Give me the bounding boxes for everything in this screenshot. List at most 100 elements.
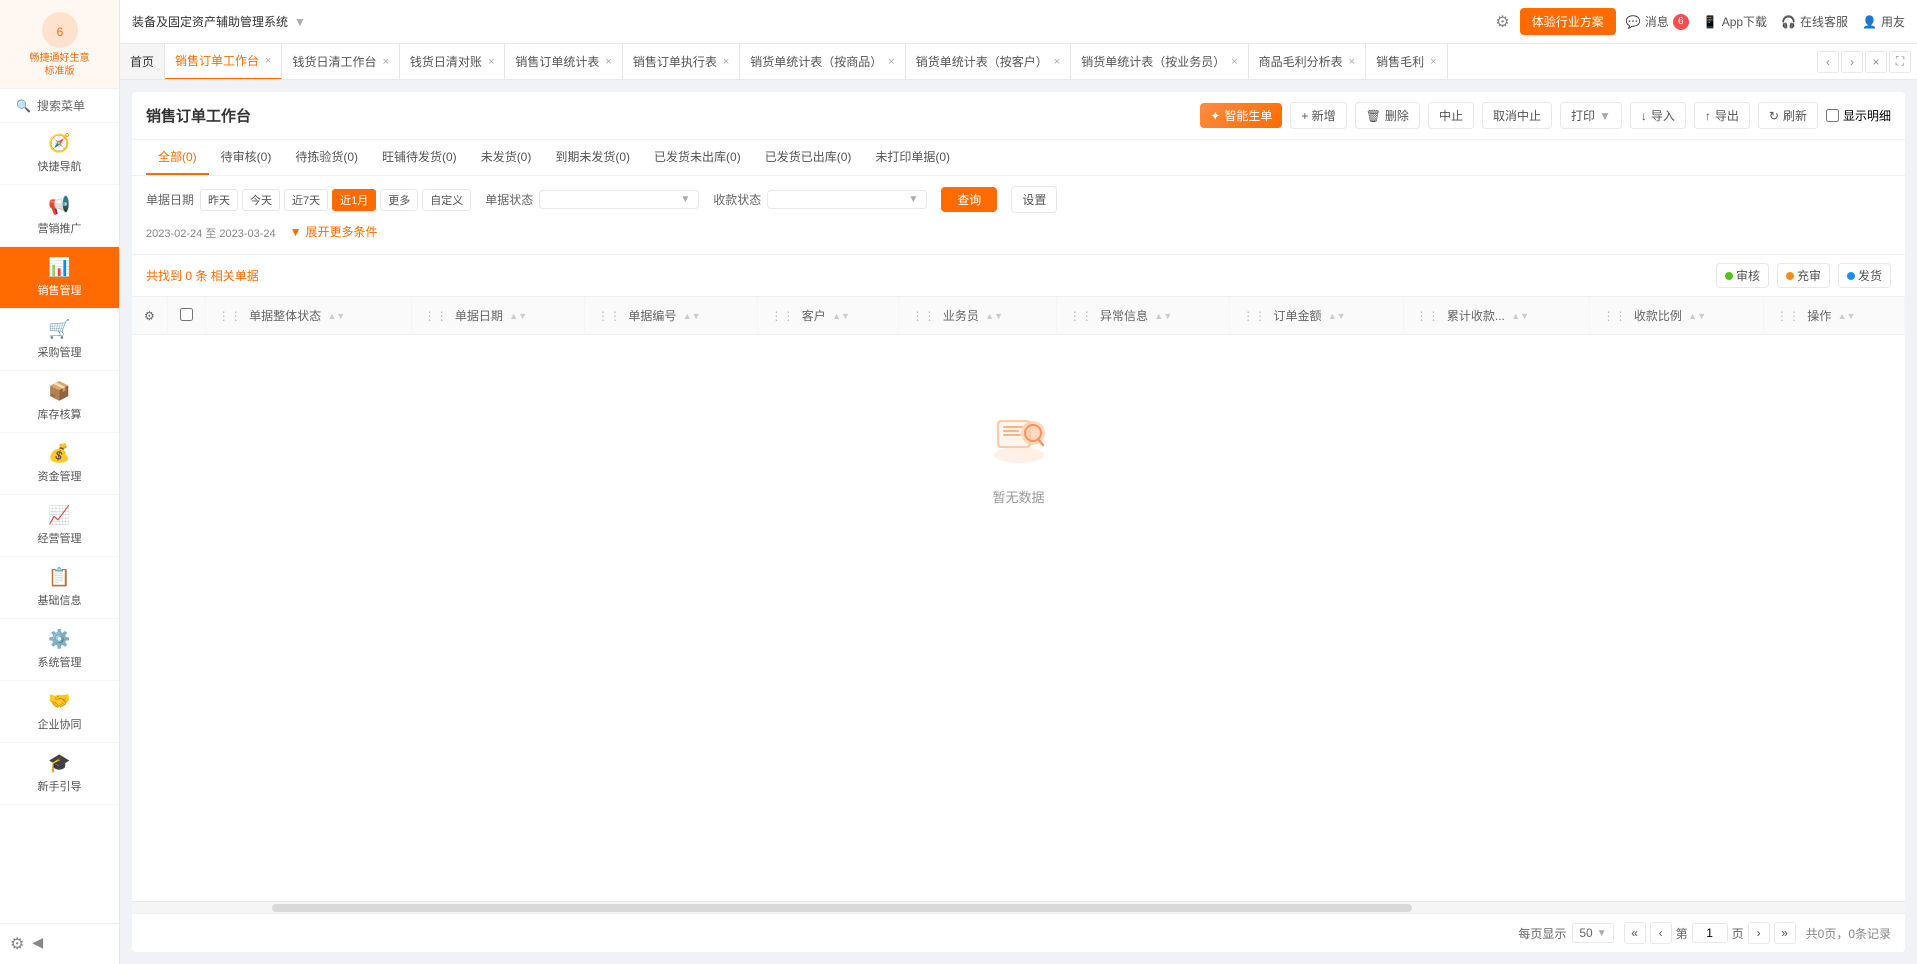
tab-sales-by-staff[interactable]: 销货单统计表（按业务员）× xyxy=(1071,44,1248,80)
ai-btn[interactable]: ✦ 智能生单 xyxy=(1200,103,1282,128)
add-btn[interactable]: + 新增 xyxy=(1290,102,1346,129)
sort-icon-7[interactable]: ▲▼ xyxy=(1511,312,1529,321)
sub-tab-wangpu-ship[interactable]: 旺铺待发货(0) xyxy=(370,140,469,175)
sort-icon-9[interactable]: ▲▼ xyxy=(1838,312,1856,321)
date-btn-近1月[interactable]: 近1月 xyxy=(332,189,376,211)
payment-select[interactable]: ▼ xyxy=(767,190,927,209)
sidebar-item-basic-info[interactable]: 📋 基础信息 xyxy=(0,557,119,619)
date-btn-今天[interactable]: 今天 xyxy=(242,189,280,211)
action-btn-充审[interactable]: 充审 xyxy=(1777,263,1830,288)
page-input[interactable] xyxy=(1692,923,1728,943)
settings-icon[interactable]: ⚙ xyxy=(10,934,24,954)
sort-icon-0[interactable]: ▲▼ xyxy=(327,312,345,321)
sub-tab-shipped-out[interactable]: 已发货已出库(0) xyxy=(753,140,864,175)
online-service-btn[interactable]: 🎧 在线客服 xyxy=(1781,13,1848,30)
stop-btn[interactable]: 中止 xyxy=(1428,102,1474,129)
expand-conditions-btn[interactable]: ▼ 展开更多条件 xyxy=(282,219,386,244)
tab-sales-by-product[interactable]: 销货单统计表（按商品）× xyxy=(740,44,905,80)
sidebar-item-purchase[interactable]: 🛒 采购管理 xyxy=(0,309,119,371)
sidebar-item-quick-nav[interactable]: 🧭 快捷导航 xyxy=(0,123,119,185)
sub-tab-all[interactable]: 全部(0) xyxy=(146,140,209,175)
sidebar-item-marketing[interactable]: 📢 营销推广 xyxy=(0,185,119,247)
sidebar-item-system[interactable]: ⚙️ 系统管理 xyxy=(0,619,119,681)
date-btn-昨天[interactable]: 昨天 xyxy=(200,189,238,211)
app-download-btn[interactable]: 📱 App下载 xyxy=(1703,13,1767,30)
date-btn-更多[interactable]: 更多 xyxy=(380,189,418,211)
print-btn[interactable]: 打印 ▼ xyxy=(1560,102,1622,129)
tab-sales-more[interactable]: 销售毛利× xyxy=(1366,44,1447,80)
sidebar-item-guide[interactable]: 🎓 新手引导 xyxy=(0,743,119,805)
settings-icon[interactable]: ⚙ xyxy=(1495,12,1509,32)
tab-sales-stat[interactable]: 销售订单统计表× xyxy=(505,44,622,80)
user-menu-btn[interactable]: 👤 用友 xyxy=(1862,13,1905,30)
next-page-btn[interactable]: › xyxy=(1748,922,1770,944)
settings-filter-btn[interactable]: 设置 xyxy=(1011,186,1057,213)
tab-close-sales-by-staff[interactable]: × xyxy=(1231,56,1237,68)
prev-page-btn[interactable]: ‹ xyxy=(1650,922,1672,944)
date-btn-自定义[interactable]: 自定义 xyxy=(422,189,471,211)
sub-tab-not-shipped[interactable]: 未发货(0) xyxy=(469,140,544,175)
col-settings[interactable]: ⚙ xyxy=(132,297,167,335)
sort-icon-6[interactable]: ▲▼ xyxy=(1328,312,1346,321)
cancel-stop-btn[interactable]: 取消中止 xyxy=(1482,102,1552,129)
first-page-btn[interactable]: « xyxy=(1624,922,1646,944)
tab-sales-exec[interactable]: 销售订单执行表× xyxy=(623,44,740,80)
delete-btn[interactable]: 🗑 删除 xyxy=(1355,102,1420,129)
tab-sales-workbench[interactable]: 销售订单工作台× xyxy=(165,44,282,80)
export-btn[interactable]: ↑ 导出 xyxy=(1694,102,1750,129)
date-btn-近7天[interactable]: 近7天 xyxy=(284,189,328,211)
tab-prev-btn[interactable]: ‹ xyxy=(1817,51,1839,73)
refresh-btn[interactable]: ↻ 刷新 xyxy=(1758,102,1818,129)
tab-close-sales-stat[interactable]: × xyxy=(605,56,611,68)
col-checkbox[interactable] xyxy=(167,297,205,335)
sort-icon-2[interactable]: ▲▼ xyxy=(683,312,701,321)
tab-close-sales-more[interactable]: × xyxy=(1430,56,1436,68)
tab-close-all-btn[interactable]: × xyxy=(1865,51,1887,73)
tab-close-sales-workbench[interactable]: × xyxy=(265,55,271,67)
experience-btn[interactable]: 体验行业方案 xyxy=(1520,8,1616,35)
messages-btn[interactable]: 💬 消息 6 xyxy=(1626,13,1689,30)
sidebar-item-inventory[interactable]: 📦 库存核算 xyxy=(0,371,119,433)
action-btn-发货[interactable]: 发货 xyxy=(1838,263,1891,288)
scrollbar-area[interactable] xyxy=(132,901,1905,913)
status-select[interactable]: ▼ xyxy=(539,190,699,209)
tab-next-btn[interactable]: › xyxy=(1841,51,1863,73)
per-page-select[interactable]: 50 ▼ xyxy=(1572,923,1613,943)
tab-home[interactable]: 首页 xyxy=(120,44,165,80)
import-btn[interactable]: ↓ 导入 xyxy=(1630,102,1686,129)
action-btn-审核[interactable]: 审核 xyxy=(1716,263,1769,288)
sub-tab-pending-inspect[interactable]: 待拣验货(0) xyxy=(283,140,370,175)
sidebar-item-finance[interactable]: 💰 资金管理 xyxy=(0,433,119,495)
tab-close-gross-margin[interactable]: × xyxy=(1349,56,1355,68)
select-all-checkbox[interactable] xyxy=(180,308,193,321)
tab-close-cash-reconcile[interactable]: × xyxy=(488,56,494,68)
sub-tab-pending-review[interactable]: 待审核(0) xyxy=(209,140,284,175)
display-detail-input[interactable] xyxy=(1826,109,1839,122)
tab-cash-reconcile[interactable]: 钱货日清对账× xyxy=(400,44,505,80)
tab-close-sales-exec[interactable]: × xyxy=(723,56,729,68)
sub-tab-shipped-not-out[interactable]: 已发货未出库(0) xyxy=(642,140,753,175)
tab-close-sales-by-product[interactable]: × xyxy=(888,56,894,68)
sub-tab-not-printed[interactable]: 未打印单据(0) xyxy=(863,140,962,175)
scrollbar-thumb[interactable] xyxy=(272,904,1412,912)
sort-icon-8[interactable]: ▲▼ xyxy=(1688,312,1706,321)
sidebar-search[interactable]: 🔍 搜索菜单 xyxy=(0,89,119,123)
last-page-btn[interactable]: » xyxy=(1774,922,1796,944)
dropdown-arrow-icon[interactable]: ▼ xyxy=(294,15,306,29)
tab-close-cash-daily[interactable]: × xyxy=(382,56,388,68)
tab-close-sales-by-customer[interactable]: × xyxy=(1054,56,1060,68)
sidebar-item-operations[interactable]: 📈 经营管理 xyxy=(0,495,119,557)
display-detail-checkbox[interactable]: 显示明细 xyxy=(1826,107,1891,124)
sort-icon-3[interactable]: ▲▼ xyxy=(832,312,850,321)
sort-icon-1[interactable]: ▲▼ xyxy=(509,312,527,321)
tab-cash-daily[interactable]: 钱货日清工作台× xyxy=(282,44,399,80)
query-btn[interactable]: 查询 xyxy=(941,187,997,212)
collapse-icon[interactable]: ◀ xyxy=(32,934,43,954)
tab-sales-by-customer[interactable]: 销货单统计表（按客户）× xyxy=(906,44,1071,80)
sort-icon-5[interactable]: ▲▼ xyxy=(1154,312,1172,321)
sub-tab-overdue-not-ship[interactable]: 到期未发货(0) xyxy=(543,140,642,175)
tab-fullscreen-btn[interactable]: ⛶ xyxy=(1889,51,1911,73)
sidebar-item-enterprise[interactable]: 🤝 企业协同 xyxy=(0,681,119,743)
sort-icon-4[interactable]: ▲▼ xyxy=(985,312,1003,321)
tab-gross-margin[interactable]: 商品毛利分析表× xyxy=(1249,44,1366,80)
